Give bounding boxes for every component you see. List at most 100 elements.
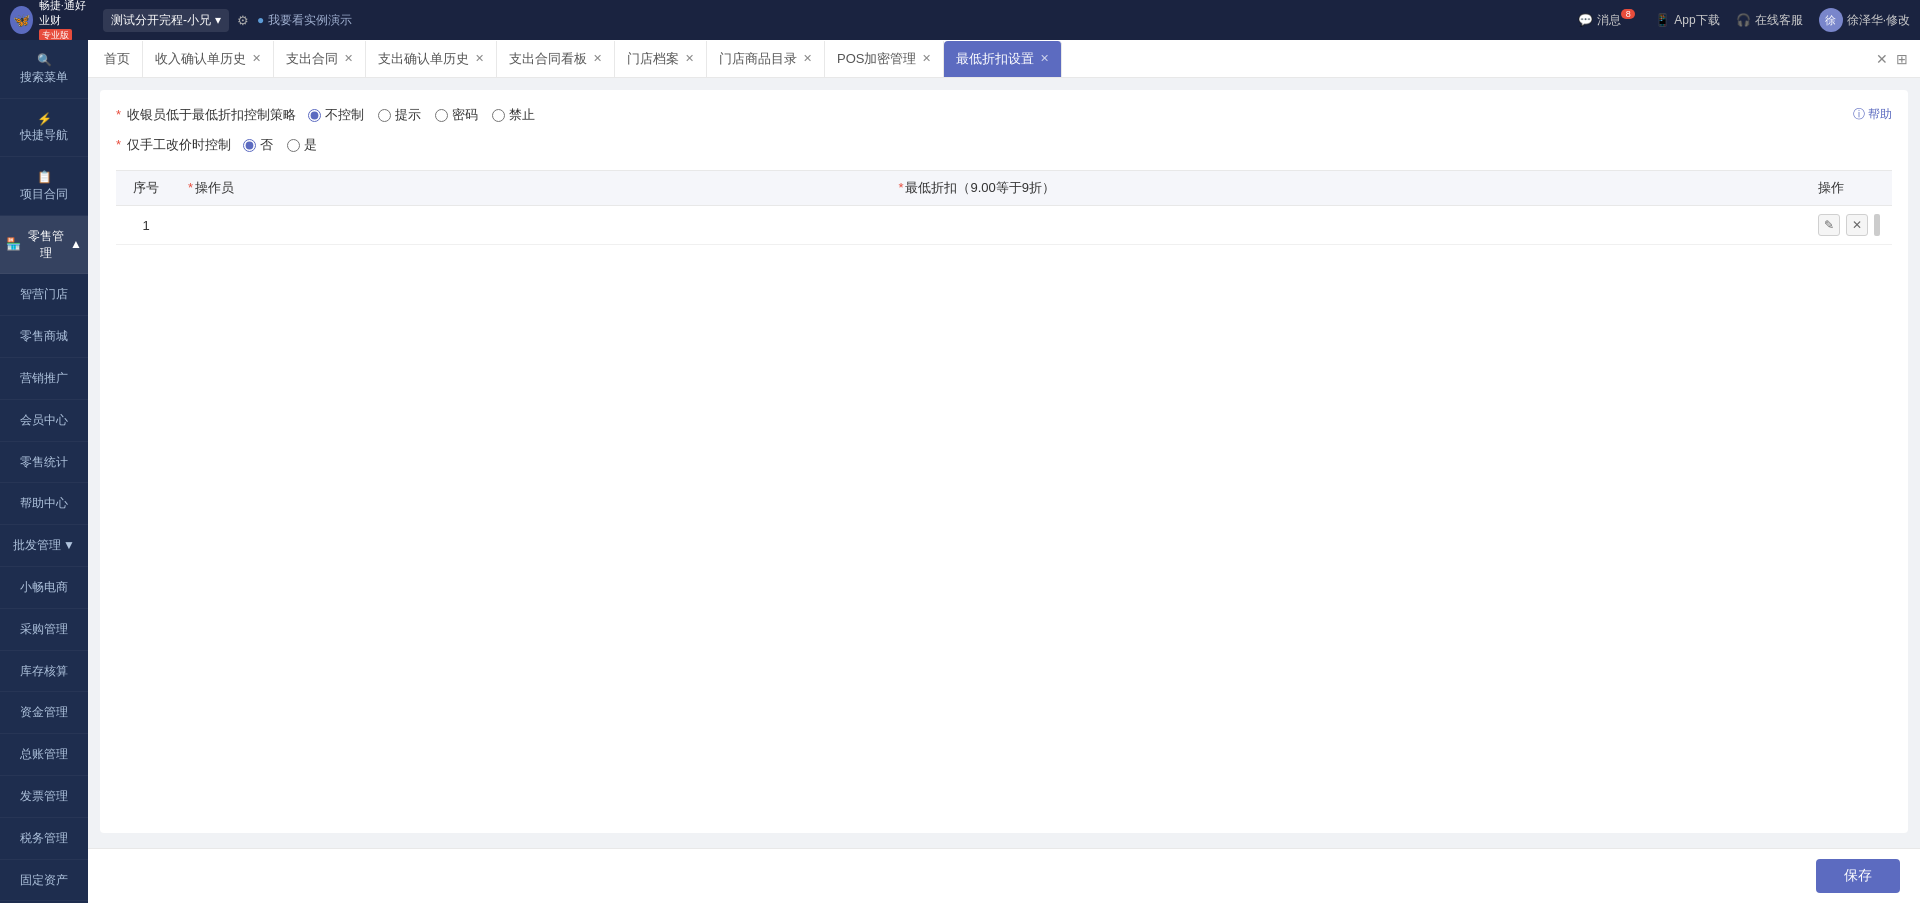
table-container: 序号 *操作员 *最低折扣（9.00等于9折） 操作: [116, 170, 1892, 245]
sidebar-item-retail[interactable]: 🏪 零售管理 ▲: [0, 216, 88, 275]
retail-arrow-icon: ▲: [70, 236, 82, 253]
tab-income-history-label: 收入确认单历史: [155, 50, 246, 68]
sidebar-item-retail-mall[interactable]: 零售商城: [0, 316, 88, 358]
row-edit-btn[interactable]: ✎: [1818, 214, 1840, 236]
radio-forbidden-label: 禁止: [509, 106, 535, 124]
main-layout: 🔍 搜索菜单 ⚡ 快捷导航 📋 项目合同 🏪 零售管理 ▲ 智营门店 零售商城 …: [0, 40, 1920, 903]
sidebar-label-inventory: 库存核算: [6, 663, 82, 680]
user-name: 徐泽华·修改: [1847, 12, 1910, 29]
tab-payment-contract-label: 支出合同: [286, 50, 338, 68]
tab-maximize-btn[interactable]: ⊞: [1896, 51, 1908, 67]
message-icon: 💬: [1578, 13, 1593, 27]
sidebar-item-marketing[interactable]: 营销推广: [0, 358, 88, 400]
header-right: 💬 消息 8 📱 App下载 🎧 在线客服 徐 徐泽华·修改: [1578, 8, 1910, 32]
sidebar-item-help[interactable]: 帮助中心: [0, 483, 88, 525]
tab-payment-board-label: 支出合同看板: [509, 50, 587, 68]
radio-no-control[interactable]: 不控制: [308, 106, 364, 124]
sidebar-label-retail-mall: 零售商城: [6, 328, 82, 345]
tab-income-history-close[interactable]: ✕: [252, 52, 261, 65]
row-delete-btn[interactable]: ✕: [1846, 214, 1868, 236]
tab-bar: 首页 收入确认单历史 ✕ 支出合同 ✕ 支出确认单历史 ✕ 支出合同看板 ✕ 门…: [88, 40, 1920, 78]
td-action: ✎ ✕: [1806, 206, 1892, 245]
sidebar-item-projects[interactable]: 📋 项目合同: [0, 157, 88, 216]
pro-badge: 专业版: [39, 29, 72, 41]
tab-pos-password[interactable]: POS加密管理 ✕: [825, 41, 944, 77]
help-link-text: 帮助: [1868, 106, 1892, 123]
project-name: 测试分开完程-小兄: [111, 12, 211, 29]
messages-action[interactable]: 💬 消息 8: [1578, 12, 1639, 29]
save-button[interactable]: 保存: [1816, 859, 1900, 893]
tab-payment-contract[interactable]: 支出合同 ✕: [274, 41, 366, 77]
radio-manual-no[interactable]: 否: [243, 136, 273, 154]
sidebar-item-ledger[interactable]: 总账管理: [0, 734, 88, 776]
tab-store-products[interactable]: 门店商品目录 ✕: [707, 41, 825, 77]
search-icon: 🔍: [6, 52, 82, 69]
tab-payment-history[interactable]: 支出确认单历史 ✕: [366, 41, 497, 77]
radio-remind-label: 提示: [395, 106, 421, 124]
discount-policy-label: * 收银员低于最低折扣控制策略: [116, 106, 296, 124]
sidebar-item-tax[interactable]: 税务管理: [0, 818, 88, 860]
sidebar-item-wholesale[interactable]: 批发管理 ▼: [0, 525, 88, 567]
sidebar-item-fixed-assets[interactable]: 固定资产: [0, 860, 88, 902]
th-min-discount: *最低折扣（9.00等于9折）: [886, 171, 1806, 206]
sidebar-item-members[interactable]: 会员中心: [0, 400, 88, 442]
sidebar-item-invoice[interactable]: 发票管理: [0, 776, 88, 818]
sidebar-item-smart-store[interactable]: 智营门店: [0, 274, 88, 316]
sidebar-label-ledger: 总账管理: [6, 746, 82, 763]
tab-payment-contract-close[interactable]: ✕: [344, 52, 353, 65]
manual-control-label: * 仅手工改价时控制: [116, 136, 231, 154]
sidebar-item-search[interactable]: 🔍 搜索菜单: [0, 40, 88, 99]
tab-pos-password-label: POS加密管理: [837, 50, 916, 68]
row-drag-handle[interactable]: [1874, 214, 1880, 236]
radio-password[interactable]: 密码: [435, 106, 478, 124]
tab-income-history[interactable]: 收入确认单历史 ✕: [143, 41, 274, 77]
tab-pos-password-close[interactable]: ✕: [922, 52, 931, 65]
radio-remind-input[interactable]: [378, 109, 391, 122]
app-download-action[interactable]: 📱 App下载: [1655, 12, 1719, 29]
sidebar-item-retail-stats[interactable]: 零售统计: [0, 442, 88, 484]
radio-manual-no-input[interactable]: [243, 139, 256, 152]
sidebar-label-finance: 资金管理: [6, 704, 82, 721]
online-service-action[interactable]: 🎧 在线客服: [1736, 12, 1803, 29]
tab-store-archive-close[interactable]: ✕: [685, 52, 694, 65]
help-link[interactable]: ⓘ 帮助: [1853, 106, 1892, 123]
service-icon: 🎧: [1736, 13, 1751, 27]
logo-icon: 🦋: [10, 6, 33, 34]
sidebar-item-shortcuts[interactable]: ⚡ 快捷导航: [0, 99, 88, 158]
th-seq: 序号: [116, 171, 176, 206]
sidebar-item-purchase[interactable]: 采购管理: [0, 609, 88, 651]
tab-payment-board-close[interactable]: ✕: [593, 52, 602, 65]
settings-icon[interactable]: ⚙: [237, 13, 249, 28]
radio-forbidden-input[interactable]: [492, 109, 505, 122]
user-action[interactable]: 徐 徐泽华·修改: [1819, 8, 1910, 32]
radio-manual-yes-input[interactable]: [287, 139, 300, 152]
tab-payment-board[interactable]: 支出合同看板 ✕: [497, 41, 615, 77]
tab-store-archive[interactable]: 门店档案 ✕: [615, 41, 707, 77]
radio-forbidden[interactable]: 禁止: [492, 106, 535, 124]
radio-password-input[interactable]: [435, 109, 448, 122]
tab-store-products-close[interactable]: ✕: [803, 52, 812, 65]
radio-no-control-input[interactable]: [308, 109, 321, 122]
sidebar-item-ecommerce[interactable]: 小畅电商: [0, 567, 88, 609]
sidebar-label-tax: 税务管理: [6, 830, 82, 847]
content-card: ⓘ 帮助 * 收银员低于最低折扣控制策略 不控制: [100, 90, 1908, 833]
tab-close-all-btn[interactable]: ✕: [1876, 51, 1888, 67]
tab-min-discount-close[interactable]: ✕: [1040, 52, 1049, 65]
sidebar-item-finance[interactable]: 资金管理: [0, 692, 88, 734]
tab-home-label: 首页: [104, 50, 130, 68]
top-header: 🦋 畅捷·通好业财 专业版 测试分开完程-小兄 ▾ ⚙ ● 我要看实例演示 💬 …: [0, 0, 1920, 40]
tab-payment-history-close[interactable]: ✕: [475, 52, 484, 65]
tab-home[interactable]: 首页: [92, 41, 143, 77]
radio-remind[interactable]: 提示: [378, 106, 421, 124]
tab-min-discount[interactable]: 最低折扣设置 ✕: [944, 41, 1062, 77]
wholesale-arrow-icon: ▼: [63, 537, 75, 554]
radio-manual-yes[interactable]: 是: [287, 136, 317, 154]
tab-min-discount-label: 最低折扣设置: [956, 50, 1034, 68]
discount-required-star: *: [116, 107, 121, 122]
form-section: ⓘ 帮助 * 收银员低于最低折扣控制策略 不控制: [116, 106, 1892, 154]
sidebar-item-inventory[interactable]: 库存核算: [0, 651, 88, 693]
project-selector[interactable]: 测试分开完程-小兄 ▾: [103, 9, 229, 32]
sidebar-label-projects: 项目合同: [6, 186, 82, 203]
demo-link[interactable]: ● 我要看实例演示: [257, 12, 352, 29]
radio-password-label: 密码: [452, 106, 478, 124]
